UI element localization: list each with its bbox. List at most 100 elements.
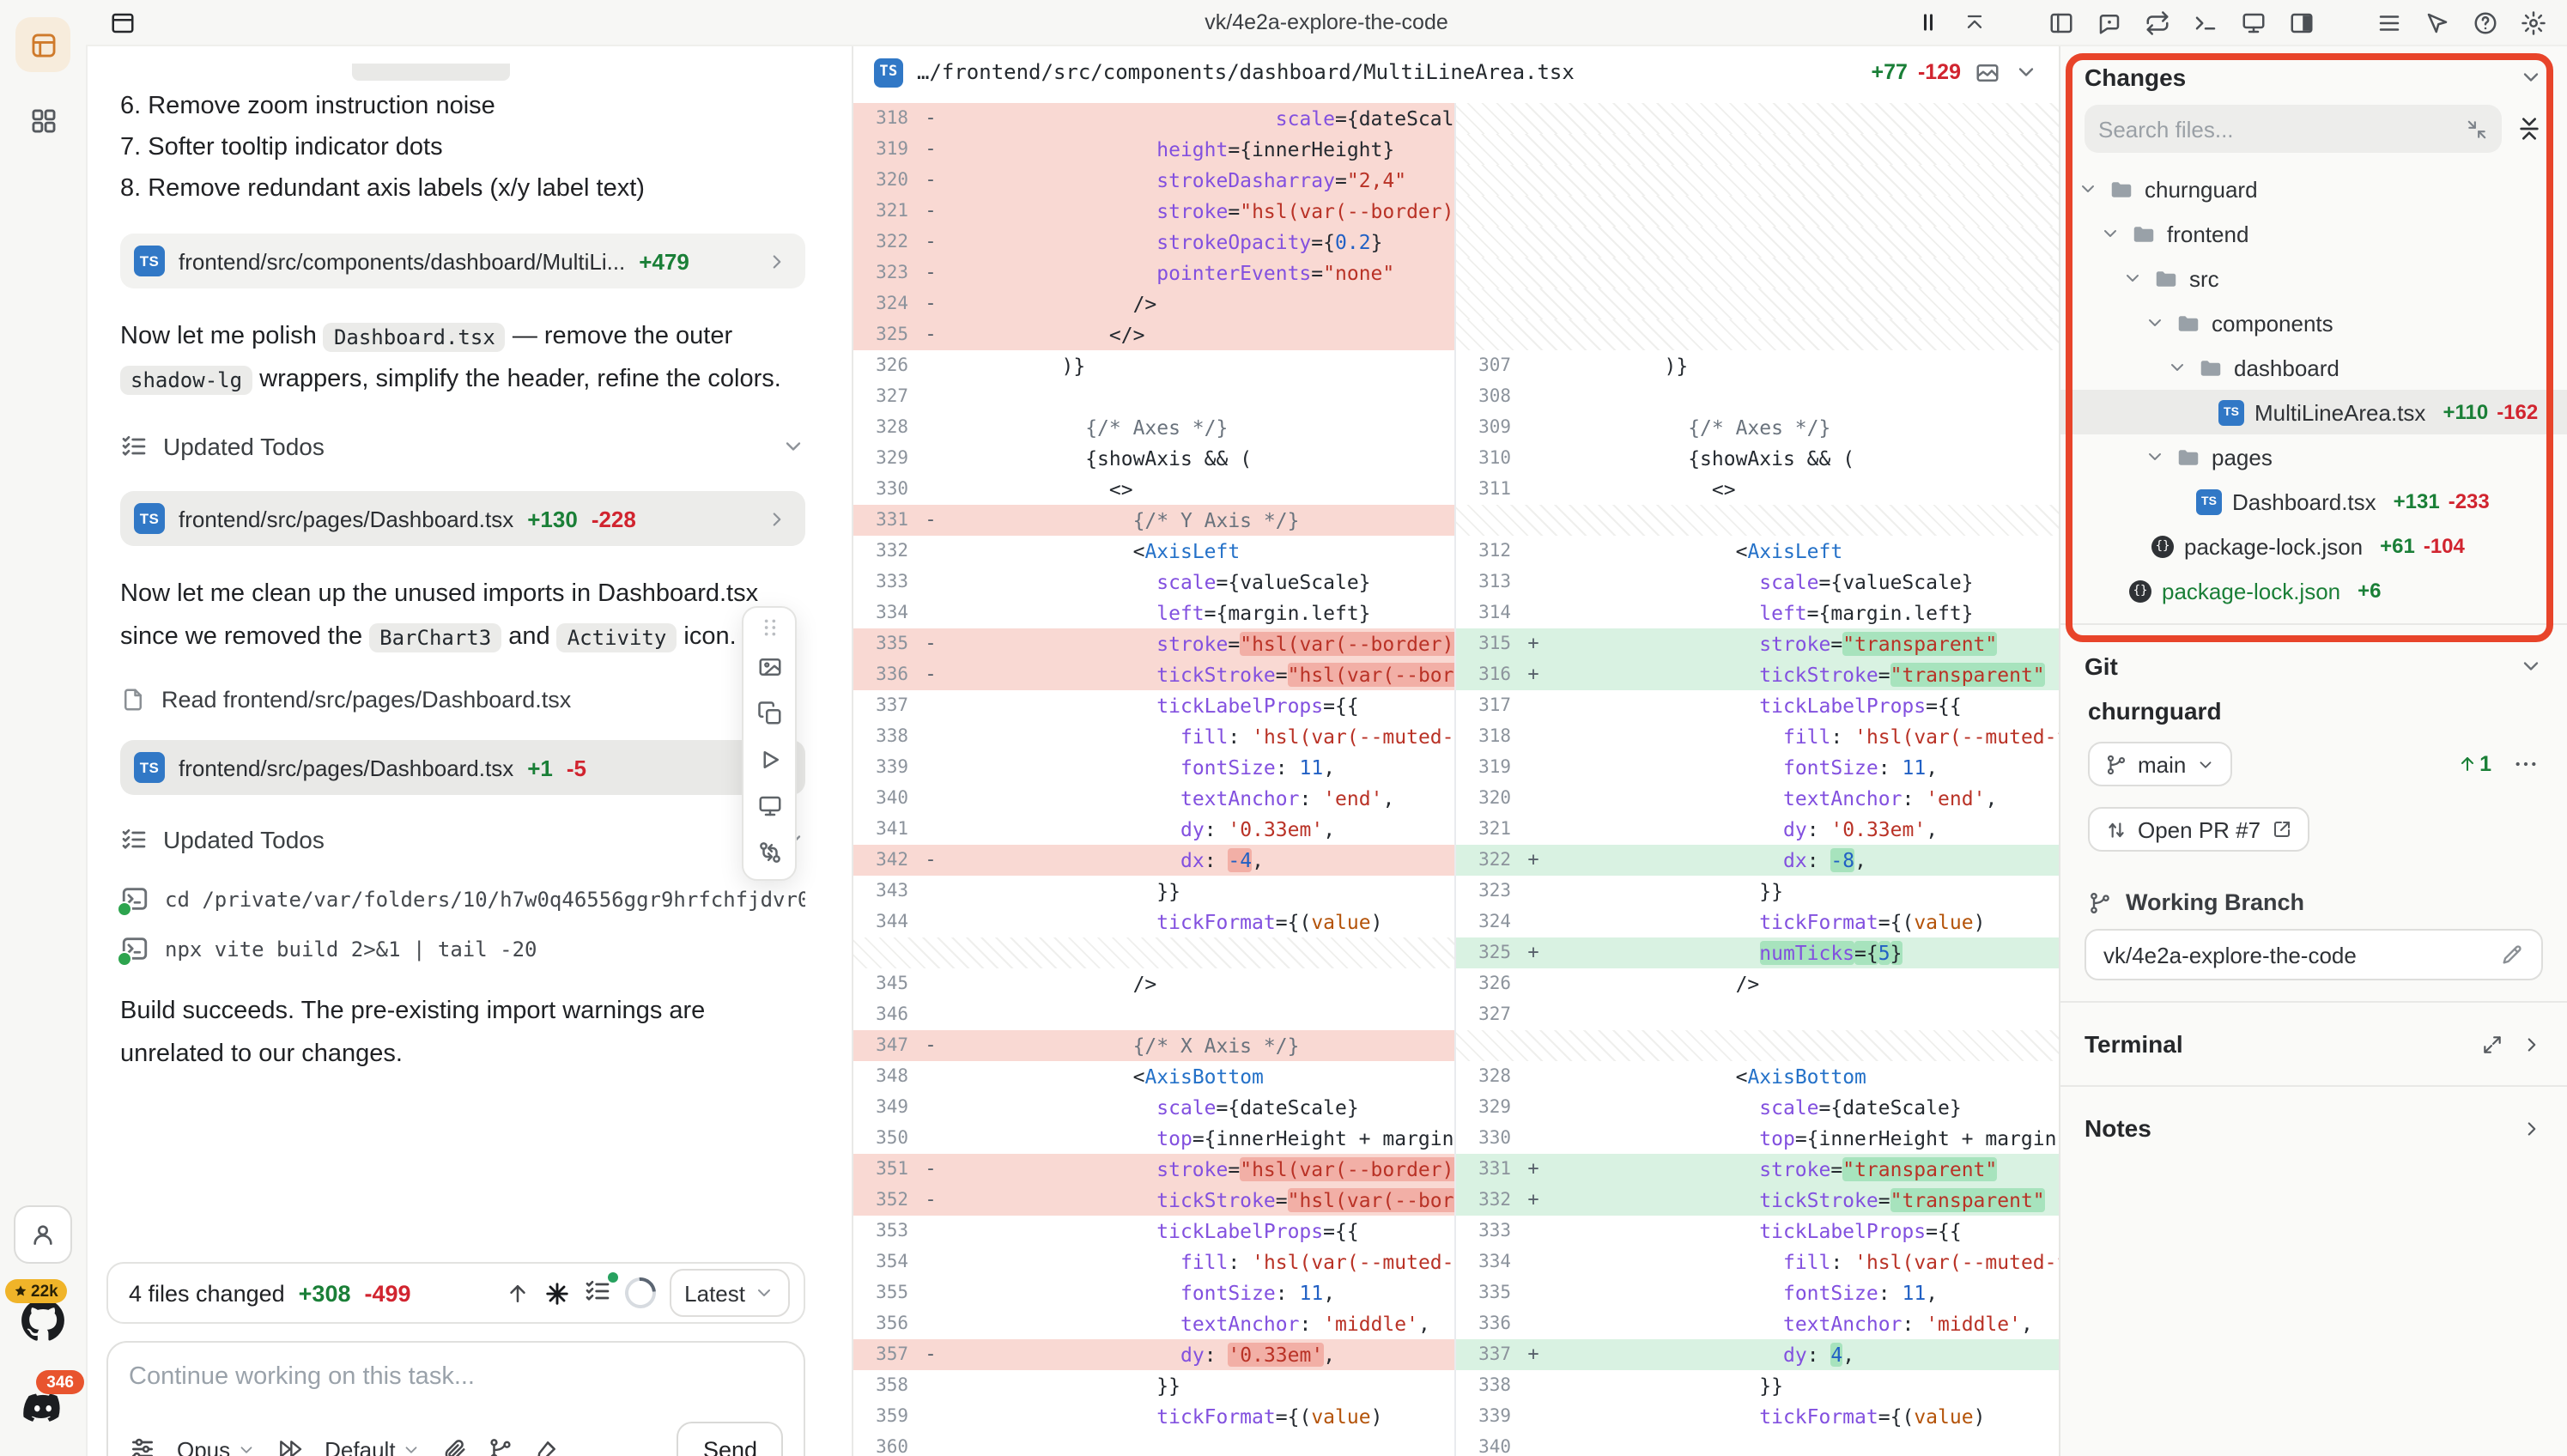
send-button[interactable]: Send — [677, 1422, 783, 1456]
open-pr-label: Open PR #7 — [2138, 816, 2261, 842]
discord-link[interactable]: 346 — [21, 1386, 65, 1439]
branch-name: main — [2138, 751, 2186, 777]
pen-icon[interactable] — [535, 1436, 561, 1456]
chevron-down-icon[interactable] — [2519, 65, 2543, 89]
tree-file-row[interactable]: {}package-lock.json+6 — [2060, 568, 2567, 613]
terminal-command-row[interactable]: npx vite build 2>&1 | tail -20 — [120, 934, 805, 963]
fast-forward-icon[interactable] — [276, 1435, 304, 1456]
changes-section-header[interactable]: Changes — [2060, 46, 2567, 105]
diff-line: 324- /> — [853, 288, 1456, 319]
collapse-all-icon[interactable] — [2515, 115, 2543, 143]
help-icon[interactable] — [2473, 9, 2498, 35]
files-changed-summary[interactable]: 4 files changed +308 -499 Latest — [106, 1262, 805, 1324]
open-pr-button[interactable]: Open PR #7 — [2088, 807, 2309, 852]
chevron-down-icon[interactable] — [2014, 60, 2038, 84]
branch-icon[interactable] — [489, 1436, 514, 1456]
profile-selector[interactable]: Default — [325, 1436, 421, 1456]
diff-line: 324 tickFormat={(value) — [1456, 907, 2059, 937]
terminal-command-row[interactable]: cd /private/var/folders/10/h7w0q46556ggr… — [120, 884, 805, 913]
git-section-header[interactable]: Git — [2060, 635, 2567, 694]
chevron-right-icon[interactable] — [2521, 1033, 2543, 1055]
panel-right-icon[interactable] — [2289, 9, 2315, 35]
tree-folder-row[interactable]: frontend — [2060, 211, 2567, 256]
notes-section-header[interactable]: Notes — [2060, 1097, 2567, 1159]
updated-todos-row[interactable]: Updated Todos — [120, 826, 805, 853]
diff-line: 307 )} — [1456, 350, 2059, 381]
tree-file-row[interactable]: TSDashboard.tsx+131-233 — [2060, 479, 2567, 524]
expand-icon[interactable] — [2481, 1033, 2503, 1055]
tree-file-row[interactable]: TSMultiLineArea.tsx+110-162 — [2060, 390, 2567, 434]
settings-gear-icon[interactable] — [2521, 9, 2546, 35]
diff-line: 339 tickFormat={(value) — [1456, 1401, 2059, 1432]
chat-transcript: 6. Remove zoom instruction noise7. Softe… — [88, 46, 852, 1077]
tree-folder-row[interactable]: src — [2060, 256, 2567, 300]
app-window: 22k 346 vk/4e2a-explore-the-code — [0, 0, 2567, 1456]
todos-status-button[interactable] — [583, 1277, 610, 1309]
window-panel-icon[interactable] — [110, 9, 136, 35]
additions-count: +110 — [2443, 400, 2488, 424]
read-file-row[interactable]: Read frontend/src/pages/Dashboard.tsx — [120, 687, 805, 713]
diff-panel: TS …/frontend/src/components/dashboard/M… — [852, 46, 2059, 1456]
ahead-count[interactable]: 1 — [2457, 752, 2491, 776]
compact-icon[interactable] — [543, 1280, 569, 1306]
tree-folder-row[interactable]: churnguard — [2060, 167, 2567, 211]
share-cursor-icon[interactable] — [2424, 9, 2450, 35]
diff-line — [1456, 134, 2059, 165]
monitor-icon[interactable] — [2241, 9, 2267, 35]
screenshot-button[interactable] — [749, 646, 790, 687]
chevron-right-icon[interactable] — [2521, 1117, 2543, 1139]
chat-bubble-icon[interactable] — [2097, 9, 2122, 35]
file-change-card[interactable]: TS frontend/src/pages/Dashboard.tsx +1 -… — [120, 740, 805, 795]
collapse-up-icon[interactable] — [1963, 10, 1987, 34]
github-link[interactable]: 22k — [21, 1298, 65, 1351]
attach-icon[interactable] — [442, 1436, 468, 1456]
drag-handle-icon[interactable] — [749, 615, 790, 640]
chevron-down-icon[interactable] — [2519, 654, 2543, 678]
pause-icon[interactable] — [1916, 10, 1940, 34]
working-branch-input[interactable]: vk/4e2a-explore-the-code — [2085, 929, 2543, 980]
diff-view-icon[interactable] — [1975, 59, 2000, 85]
file-name: Dashboard.tsx — [2232, 488, 2376, 514]
todo-item: 7. Softer tooltip indicator dots — [120, 127, 805, 168]
message-input[interactable]: Continue working on this task... — [129, 1363, 783, 1422]
version-dropdown[interactable]: Latest — [669, 1269, 790, 1317]
diff-body: 318- scale={dateScale}319- height={inner… — [853, 98, 2059, 1456]
menu-icon[interactable] — [2376, 9, 2402, 35]
diff-line — [1456, 288, 2059, 319]
more-options-icon[interactable] — [2512, 750, 2540, 778]
diff-line: 318 fill: 'hsl(var(--muted-foreground))'… — [1456, 721, 2059, 752]
tree-folder-row[interactable]: pages — [2060, 434, 2567, 479]
sliders-icon[interactable] — [129, 1435, 156, 1456]
compare-button[interactable] — [749, 831, 790, 872]
workspace-tab[interactable] — [15, 17, 70, 72]
panel-left-icon[interactable] — [2048, 9, 2074, 35]
copy-button[interactable] — [749, 692, 790, 733]
branch-selector[interactable]: main — [2088, 742, 2232, 786]
file-change-card[interactable]: TS frontend/src/pages/Dashboard.tsx +130… — [120, 491, 805, 546]
file-name: pages — [2212, 444, 2273, 470]
grid-view-tab[interactable] — [15, 93, 70, 148]
updated-todos-row[interactable]: Updated Todos — [120, 433, 805, 460]
terminal-section-header[interactable]: Terminal — [2060, 1013, 2567, 1075]
diff-header: TS …/frontend/src/components/dashboard/M… — [853, 46, 2059, 98]
tree-file-row[interactable]: {}package-lock.json+61-104 — [2060, 524, 2567, 568]
run-button[interactable] — [749, 738, 790, 780]
collapse-panel-icon[interactable] — [2466, 118, 2488, 140]
account-button[interactable] — [14, 1205, 72, 1264]
github-stars-badge[interactable]: 22k — [5, 1279, 67, 1303]
diff-line: 346 — [853, 999, 1456, 1030]
model-selector[interactable]: Opus — [177, 1436, 256, 1456]
preview-button[interactable] — [749, 785, 790, 826]
terminal-toggle-icon[interactable] — [2193, 9, 2218, 35]
tree-folder-row[interactable]: dashboard — [2060, 345, 2567, 390]
diff-line: 331- {/* Y Axis */} — [853, 505, 1456, 536]
edit-pencil-icon[interactable] — [2500, 943, 2524, 967]
file-change-card[interactable]: TS frontend/src/components/dashboard/Mul… — [120, 234, 805, 288]
file-search-input[interactable]: Search files... — [2085, 105, 2502, 153]
tree-folder-row[interactable]: components — [2060, 300, 2567, 345]
diff-line: 358 }} — [853, 1370, 1456, 1401]
discord-count-badge[interactable]: 346 — [36, 1370, 84, 1394]
todos-label: Updated Todos — [163, 433, 325, 460]
scroll-top-icon[interactable] — [504, 1280, 530, 1306]
swap-icon[interactable] — [2145, 9, 2170, 35]
